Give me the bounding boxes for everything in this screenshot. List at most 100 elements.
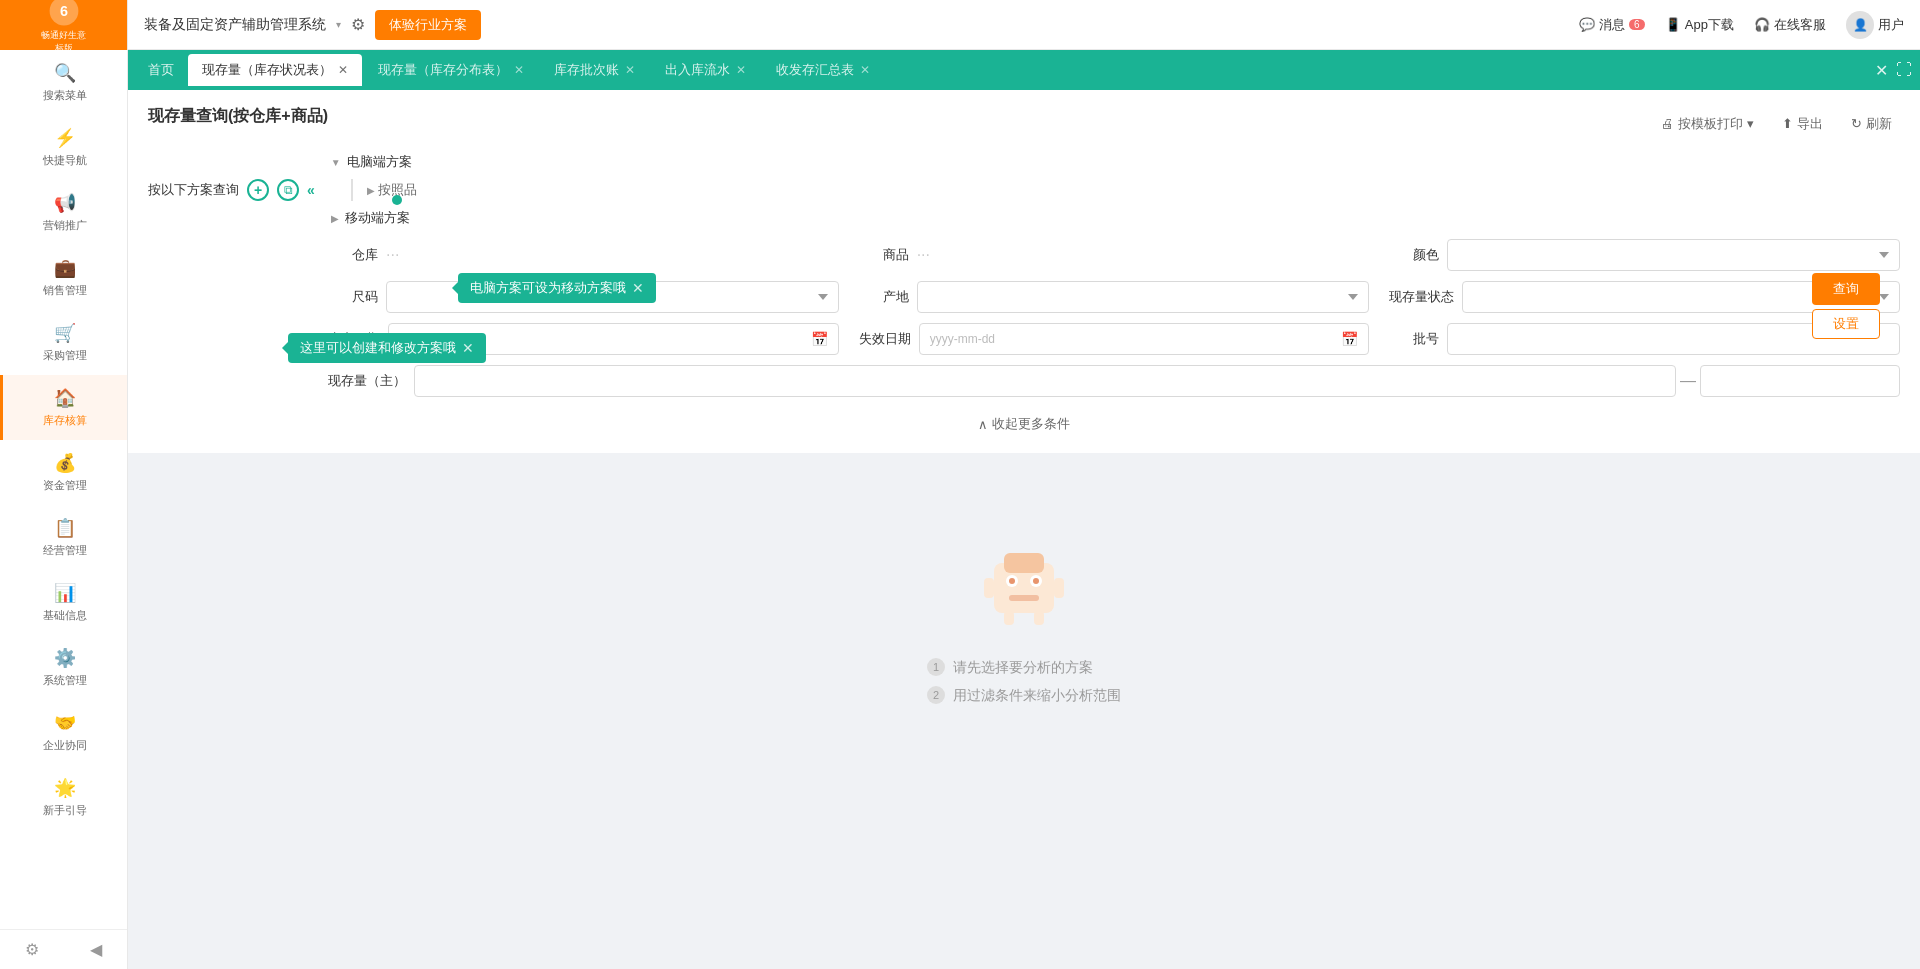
tab-inout-flow[interactable]: 出入库流水 ✕	[651, 54, 760, 86]
sidebar-item-inventory[interactable]: 🏠 库存核算	[0, 375, 127, 440]
origin-label: 产地	[859, 288, 909, 306]
collapse-label: 收起更多条件	[992, 415, 1070, 433]
sidebar-item-base[interactable]: 📊 基础信息	[0, 570, 127, 635]
prev-scheme-btn[interactable]: «	[307, 182, 315, 198]
tooltip2-close[interactable]: ✕	[462, 340, 474, 356]
sidebar-navigation: 🔍 搜索菜单 ⚡ 快捷导航 📢 营销推广 💼 销售管理 🛒 采购管理 🏠 库存核…	[0, 50, 127, 929]
sidebar-item-search[interactable]: 🔍 搜索菜单	[0, 50, 127, 115]
color-select[interactable]	[1447, 239, 1900, 271]
sidebar-item-cooperation-label: 企业协同	[43, 738, 87, 753]
export-btn[interactable]: ⬆ 导出	[1774, 111, 1831, 137]
empty-tip-row-1: 1 请先选择要分析的方案	[927, 653, 1121, 681]
finance-icon: 💰	[54, 452, 76, 474]
tab-stock-batch-label: 库存批次账	[554, 61, 619, 79]
base-icon: 📊	[54, 582, 76, 604]
sidebar-item-operations[interactable]: 📋 经营管理	[0, 505, 127, 570]
tab-collect-summary[interactable]: 收发存汇总表 ✕	[762, 54, 884, 86]
refresh-icon: ↻	[1851, 116, 1862, 131]
tab-fullscreen-btn[interactable]: ⛶	[1896, 61, 1912, 79]
filters-area: 仓库 ··· 商品 ··· 颜色	[328, 239, 1900, 397]
sidebar-item-cooperation[interactable]: 🤝 企业协同	[0, 700, 127, 765]
tab-stock-batch[interactable]: 库存批次账 ✕	[540, 54, 649, 86]
expire-date-input[interactable]: yyyy-mm-dd 📅	[919, 323, 1370, 355]
user-label: 用户	[1878, 16, 1904, 34]
sidebar-item-quicknav-label: 快捷导航	[43, 153, 87, 168]
tip-num-2: 2	[927, 686, 945, 704]
svg-rect-3	[1004, 553, 1044, 573]
sidebar-collapse-btn[interactable]: ◀	[90, 940, 102, 959]
scheme-desktop-label: 电脑端方案	[347, 153, 412, 171]
sidebar-item-sales[interactable]: 💼 销售管理	[0, 245, 127, 310]
stock-range: —	[414, 365, 1900, 397]
inventory-icon: 🏠	[54, 387, 76, 409]
tab-close-all-btn[interactable]: ✕	[1875, 61, 1888, 80]
add-scheme-btn[interactable]: +	[247, 179, 269, 201]
logo-main-text: 畅通好生意	[41, 30, 86, 40]
tab-bar-right: ✕ ⛶	[1875, 61, 1912, 80]
empty-tip-row-2: 2 用过滤条件来缩小分析范围	[927, 681, 1121, 709]
headset-icon: 🎧	[1754, 17, 1770, 32]
stock-range-max[interactable]	[1700, 365, 1900, 397]
tab-stock-status-close[interactable]: ✕	[338, 63, 348, 77]
search-btn[interactable]: 查询	[1812, 273, 1880, 305]
stock-range-min[interactable]	[414, 365, 1676, 397]
top-header: 装备及固定资产辅助管理系统 ▾ ⚙ 体验行业方案 💬 消息 6 📱 App下载 …	[128, 0, 1920, 50]
scheme-mobile-arrow[interactable]: ▶	[331, 213, 339, 224]
size-label: 尺码	[328, 288, 378, 306]
filter-expire-date: 失效日期 yyyy-mm-dd 📅	[859, 323, 1370, 355]
system-title-dropdown[interactable]: ▾	[336, 19, 341, 30]
tab-home[interactable]: 首页	[136, 54, 186, 86]
green-dot-indicator	[392, 195, 402, 205]
collapse-arrow-icon: ∧	[978, 417, 988, 432]
header-settings-icon[interactable]: ⚙	[351, 15, 365, 34]
system-icon: ⚙️	[54, 647, 76, 669]
tooltip1-close[interactable]: ✕	[632, 280, 644, 296]
app-download-item[interactable]: 📱 App下载	[1665, 16, 1734, 34]
experience-btn[interactable]: 体验行业方案	[375, 10, 481, 40]
copy-scheme-btn[interactable]: ⧉	[277, 179, 299, 201]
svg-rect-10	[1054, 578, 1064, 598]
page-header-actions: 🖨 按模板打印 ▾ ⬆ 导出 ↻ 刷新	[1653, 111, 1900, 137]
user-profile-item[interactable]: 👤 用户	[1846, 11, 1904, 39]
set-btn[interactable]: 设置	[1812, 309, 1880, 339]
sidebar-item-quicknav[interactable]: ⚡ 快捷导航	[0, 115, 127, 180]
page-body: 现存量查询(按仓库+商品) 🖨 按模板打印 ▾ ⬆ 导出 ↻ 刷新	[128, 90, 1920, 969]
scheme-mobile-label: 移动端方案	[345, 209, 410, 227]
origin-select[interactable]	[917, 281, 1370, 313]
tab-collect-summary-close[interactable]: ✕	[860, 63, 870, 77]
tab-stock-status[interactable]: 现存量（库存状况表） ✕	[188, 54, 362, 86]
svg-point-6	[1009, 578, 1015, 584]
tab-inout-flow-close[interactable]: ✕	[736, 63, 746, 77]
sidebar-item-marketing[interactable]: 📢 营销推广	[0, 180, 127, 245]
message-item[interactable]: 💬 消息 6	[1579, 16, 1645, 34]
scheme-row-mobile: ▶ 移动端方案	[331, 209, 418, 227]
tab-stock-dist[interactable]: 现存量（库存分布表） ✕	[364, 54, 538, 86]
empty-state-icon	[974, 533, 1074, 633]
sidebar-item-guide[interactable]: 🌟 新手引导	[0, 765, 127, 830]
collapse-filters-btn[interactable]: ∧ 收起更多条件	[148, 407, 1900, 437]
print-icon: 🖨	[1661, 116, 1674, 131]
sidebar: 6 畅通好生意 标版 🔍 搜索菜单 ⚡ 快捷导航 📢 营销推广 💼 销售管理 🛒…	[0, 0, 128, 969]
tab-bar: 首页 现存量（库存状况表） ✕ 现存量（库存分布表） ✕ 库存批次账 ✕ 出入库…	[128, 50, 1920, 90]
sidebar-item-system[interactable]: ⚙️ 系统管理	[0, 635, 127, 700]
tab-stock-batch-close[interactable]: ✕	[625, 63, 635, 77]
expire-date-label: 失效日期	[859, 330, 911, 348]
sidebar-item-sales-label: 销售管理	[43, 283, 87, 298]
online-support-item[interactable]: 🎧 在线客服	[1754, 16, 1826, 34]
sidebar-item-finance[interactable]: 💰 资金管理	[0, 440, 127, 505]
expire-date-calendar-icon: 📅	[1341, 331, 1358, 347]
tab-stock-dist-close[interactable]: ✕	[514, 63, 524, 77]
system-title: 装备及固定资产辅助管理系统	[144, 16, 326, 34]
query-section: 现存量查询(按仓库+商品) 🖨 按模板打印 ▾ ⬆ 导出 ↻ 刷新	[128, 90, 1920, 453]
sidebar-item-purchase[interactable]: 🛒 采购管理	[0, 310, 127, 375]
filter-goods: 商品 ···	[859, 239, 1370, 271]
sidebar-item-search-label: 搜索菜单	[43, 88, 87, 103]
sidebar-settings-btn[interactable]: ⚙	[25, 940, 39, 959]
template-print-btn[interactable]: 🖨 按模板打印 ▾	[1653, 111, 1762, 137]
tip-num-1: 1	[927, 658, 945, 676]
refresh-btn[interactable]: ↻ 刷新	[1843, 111, 1900, 137]
header-right: 💬 消息 6 📱 App下载 🎧 在线客服 👤 用户	[1579, 11, 1904, 39]
tab-collect-summary-label: 收发存汇总表	[776, 61, 854, 79]
scheme-desktop-arrow[interactable]: ▼	[331, 157, 341, 168]
batch-label: 批号	[1389, 330, 1439, 348]
